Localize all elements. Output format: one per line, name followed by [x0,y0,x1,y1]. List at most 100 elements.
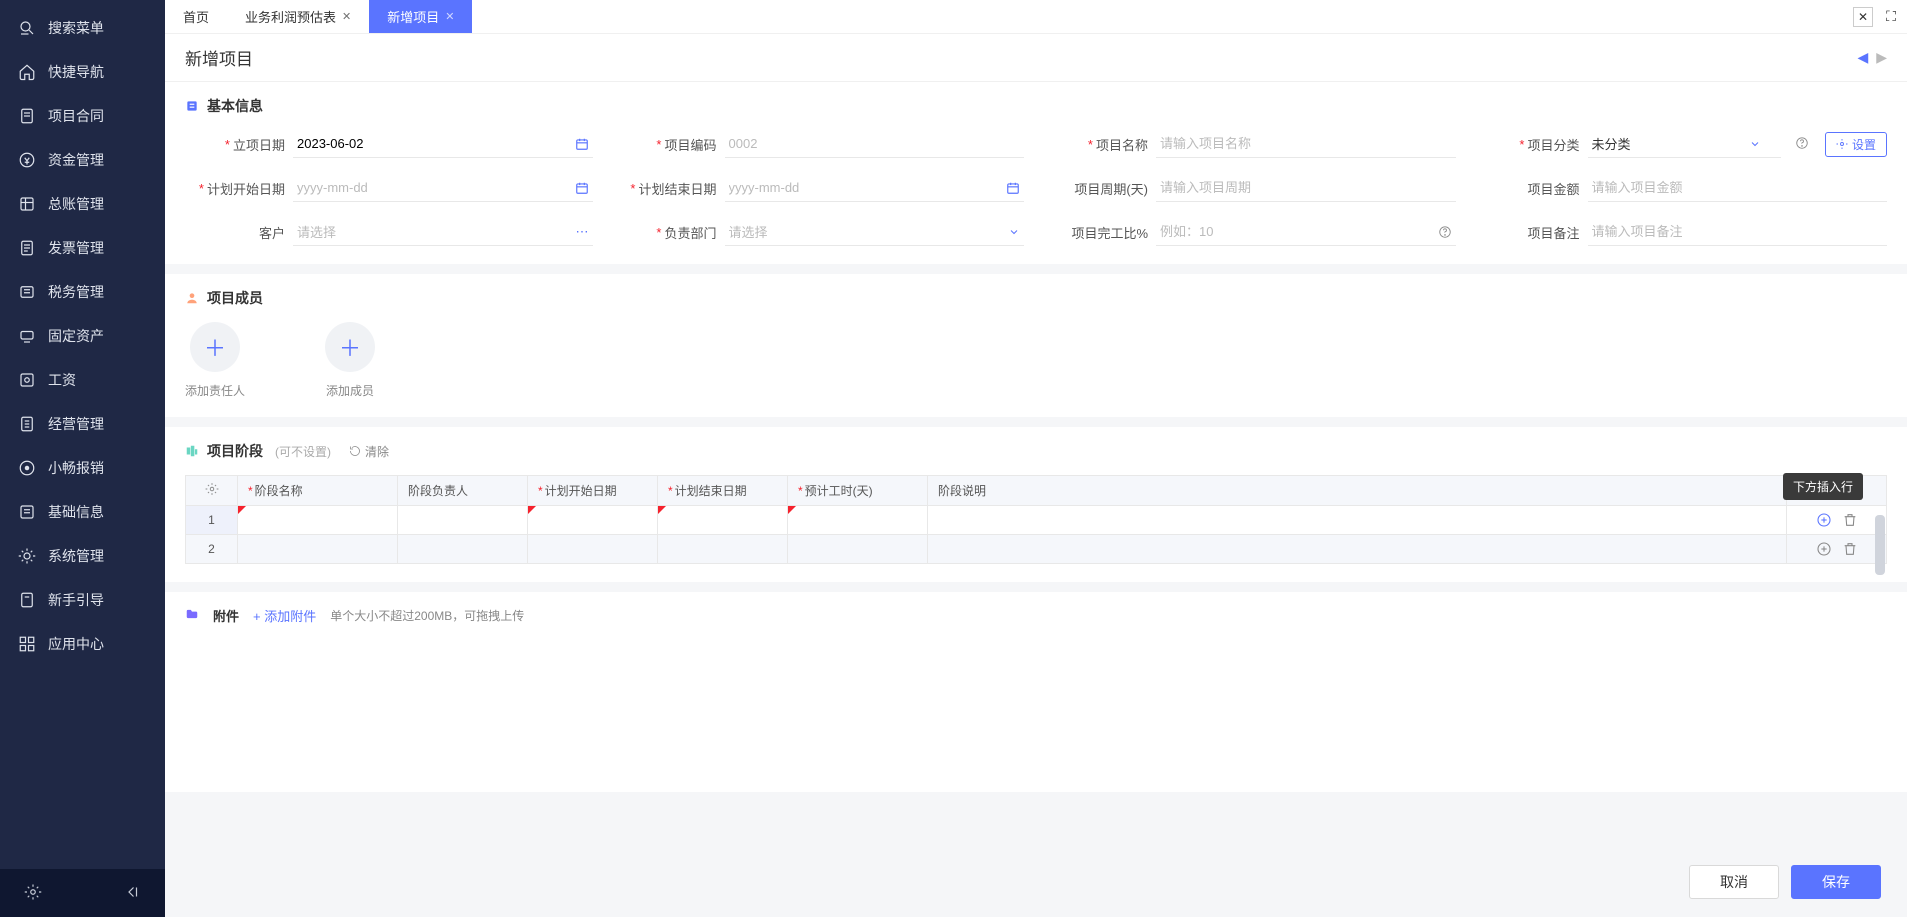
calendar-icon[interactable] [1006,181,1020,195]
expand-icon[interactable]: ⛶ [1881,7,1901,27]
sidebar-item-biz[interactable]: 经营管理 [0,402,165,446]
sidebar-item-apps[interactable]: 应用中心 [0,622,165,666]
cell-desc[interactable] [928,535,1787,564]
add-member-button[interactable]: ＋ [325,322,375,372]
name-input[interactable] [1156,130,1456,158]
tab-profit-est[interactable]: 业务利润预估表✕ [227,0,369,33]
delete-row-icon[interactable] [1842,512,1858,528]
field-label: 项目备注 [1527,223,1579,242]
chevron-down-icon[interactable] [1008,226,1020,238]
apps-icon [18,635,36,653]
tab-close-all[interactable]: ✕ [1853,7,1873,27]
sidebar-item-label: 搜索菜单 [48,18,104,38]
create-date-input[interactable] [293,130,593,158]
field-dept: *负责部门 请选择 [617,218,1025,246]
cell-owner[interactable] [398,506,528,535]
gear-icon[interactable] [24,883,42,904]
sidebar-item-guide[interactable]: 新手引导 [0,578,165,622]
cell-hours[interactable] [788,506,928,535]
add-owner-button[interactable]: ＋ [190,322,240,372]
sidebar-item-label: 资金管理 [48,150,104,170]
sidebar-item-funds[interactable]: 资金管理 [0,138,165,182]
tab-label: 新增项目 [387,7,439,26]
sidebar-item-label: 经营管理 [48,414,104,434]
complete-pct-input[interactable] [1156,218,1456,246]
cell-name[interactable] [238,506,398,535]
cell-start[interactable] [528,535,658,564]
cell-end[interactable] [658,506,788,535]
sidebar-item-system[interactable]: 系统管理 [0,534,165,578]
table-row[interactable]: 1 [186,506,1887,535]
scrollbar[interactable] [1875,515,1885,575]
plan-start-input[interactable] [293,174,593,202]
field-label: 项目名称 [1096,135,1148,154]
close-icon[interactable]: ✕ [445,10,454,23]
field-label: 负责部门 [664,223,716,242]
plan-end-input[interactable] [725,174,1025,202]
help-icon[interactable] [1795,136,1809,153]
code-input[interactable] [725,130,1025,158]
sidebar-item-label: 系统管理 [48,546,104,566]
more-icon[interactable]: ⋯ [576,224,589,240]
field-plan-start: *计划开始日期 [185,174,593,202]
insert-row-icon[interactable] [1816,512,1832,528]
col-start: *计划开始日期 [528,476,658,506]
period-input[interactable] [1156,174,1456,202]
cell-owner[interactable] [398,535,528,564]
sidebar-item-wage[interactable]: 工资 [0,358,165,402]
row-index: 2 [186,535,238,564]
chevron-down-icon[interactable] [1749,138,1761,150]
cell-hours[interactable] [788,535,928,564]
field-label: 立项日期 [233,135,285,154]
add-attachment-link[interactable]: + 添加附件 [253,606,316,625]
field-name: *项目名称 [1048,130,1456,158]
sidebar-item-assets[interactable]: 固定资产 [0,314,165,358]
sidebar-item-reimburse[interactable]: 小畅报销 [0,446,165,490]
base-info-icon [18,503,36,521]
field-label: 项目周期(天) [1074,179,1148,198]
close-icon[interactable]: ✕ [342,10,351,23]
help-icon[interactable] [1438,225,1452,239]
field-create-date: *立项日期 [185,130,593,158]
cell-desc[interactable] [928,506,1787,535]
customer-select[interactable]: 请选择 [293,218,593,246]
main: 首页 业务利润预估表✕ 新增项目 ✕ ✕ ⛶ 新增项目 ◀ ▶ [165,0,1907,917]
cell-end[interactable] [658,535,788,564]
setting-button[interactable]: 设置 [1825,132,1887,157]
cell-name[interactable] [238,535,398,564]
remark-input[interactable] [1588,218,1888,246]
delete-row-icon[interactable] [1842,541,1858,557]
field-label: 计划结束日期 [638,179,716,198]
sidebar-item-ledger[interactable]: 总账管理 [0,182,165,226]
sidebar-item-contract[interactable]: 项目合同 [0,94,165,138]
section-title: 项目成员 [207,288,263,308]
table-row[interactable]: 2 [186,535,1887,564]
section-title: 项目阶段 [207,441,263,461]
cell-start[interactable] [528,506,658,535]
save-button[interactable]: 保存 [1791,865,1881,899]
invoice-icon [18,239,36,257]
cancel-button[interactable]: 取消 [1689,865,1779,899]
tab-home[interactable]: 首页 [165,0,227,33]
next-arrow-icon[interactable]: ▶ [1876,49,1887,66]
sidebar-item-quicknav[interactable]: 快捷导航 [0,50,165,94]
section-title: 附件 [213,606,239,625]
sidebar-item-baseinfo[interactable]: 基础信息 [0,490,165,534]
amount-input[interactable] [1588,174,1888,202]
sidebar-item-label: 工资 [48,370,76,390]
sidebar-item-invoice[interactable]: 发票管理 [0,226,165,270]
collapse-icon[interactable] [123,883,141,904]
calendar-icon[interactable] [575,137,589,151]
sidebar-item-label: 小畅报销 [48,458,104,478]
col-setting[interactable] [186,476,238,506]
sidebar-item-tax[interactable]: 税务管理 [0,270,165,314]
folder-icon [185,607,199,624]
calendar-icon[interactable] [575,181,589,195]
sidebar-item-search[interactable]: 搜索菜单 [0,6,165,50]
add-owner-label: 添加责任人 [185,382,245,399]
insert-row-icon[interactable] [1816,541,1832,557]
dept-select[interactable]: 请选择 [725,218,1025,246]
clear-button[interactable]: 清除 [349,443,389,460]
prev-arrow-icon[interactable]: ◀ [1857,49,1868,66]
tab-new-project[interactable]: 新增项目 ✕ [369,0,472,33]
